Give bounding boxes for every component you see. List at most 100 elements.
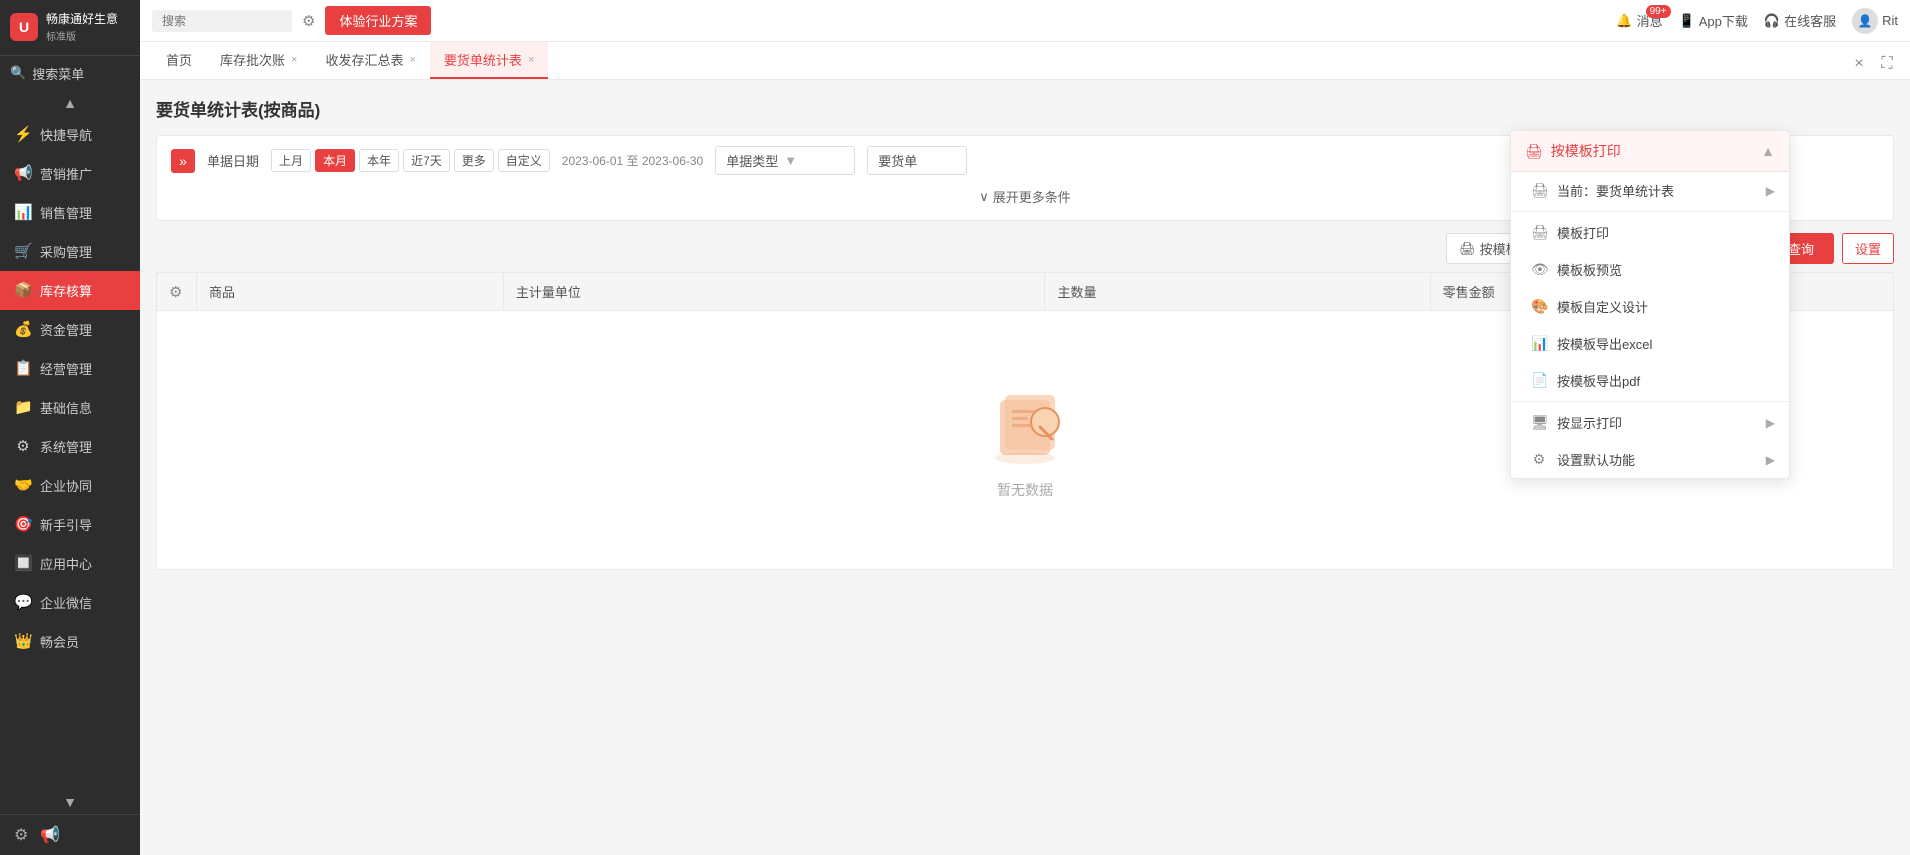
logo-icon: U [10, 13, 38, 41]
template-export-excel-item[interactable]: 📊 按模板导出excel [1511, 325, 1789, 362]
topbar-gear-icon[interactable]: ⚙ [302, 12, 315, 30]
online-service-item[interactable]: 🎧 在线客服 [1764, 11, 1836, 30]
sidebar-item-app-center[interactable]: 🔲 应用中心 [0, 544, 140, 583]
phone-icon: 📱 [1679, 13, 1695, 29]
col-quantity: 主数量 [1045, 273, 1430, 311]
date-btn-7days[interactable]: 近7天 [403, 149, 450, 172]
template-export-pdf-icon: 📄 [1531, 372, 1547, 389]
sidebar: U 畅康通好生意 标准版 🔍 搜索菜单 ▲ ⚡ 快捷导航 📢 营销推广 📊 销售… [0, 0, 140, 855]
speaker-icon[interactable]: 📢 [40, 825, 60, 845]
expand-more-icon: ∨ [979, 189, 989, 205]
date-presets: 上月 本月 本年 近7天 更多 自定义 [271, 149, 550, 172]
tab-close-all-button[interactable]: × [1848, 53, 1870, 75]
sidebar-footer: ⚙ 📢 [0, 814, 140, 855]
template-export-pdf-item[interactable]: 📄 按模板导出pdf [1511, 362, 1789, 399]
sidebar-item-member[interactable]: 👑 畅会员 [0, 622, 140, 661]
marketing-icon: 📢 [14, 164, 32, 182]
headset-icon: 🎧 [1764, 13, 1780, 29]
template-print-icon: 🖨 [1531, 224, 1547, 241]
template-print-item[interactable]: 🖨 模板打印 [1511, 214, 1789, 251]
sidebar-item-enterprise[interactable]: 🤝 企业协同 [0, 466, 140, 505]
sidebar-item-purchase[interactable]: 🛒 采购管理 [0, 232, 140, 271]
template-preview-item[interactable]: 👁 模板板预览 [1511, 251, 1789, 288]
template-preview-icon: 👁 [1531, 261, 1547, 278]
tab-collection-summary-close[interactable]: × [409, 54, 415, 66]
display-print-item[interactable]: 🖥 按显示打印 ▶ [1511, 404, 1789, 441]
notification-item[interactable]: 🔔 消息 99+ [1616, 11, 1662, 30]
tab-home[interactable]: 首页 [152, 42, 206, 79]
notification-icon: 🔔 [1616, 13, 1632, 29]
type-select-label: 单据类型 [726, 151, 778, 170]
date-btn-this-month[interactable]: 本月 [315, 149, 355, 172]
tabs-bar: 首页 库存批次账 × 收发存汇总表 × 要货单统计表 × × ⛶ [140, 42, 1910, 80]
sidebar-item-finance[interactable]: 💰 资金管理 [0, 310, 140, 349]
current-template-item[interactable]: 🖨 当前：要货单统计表 ▶ [1511, 172, 1789, 209]
member-icon: 👑 [14, 632, 32, 650]
date-btn-last-month[interactable]: 上月 [271, 149, 311, 172]
settings-button[interactable]: 设置 [1842, 233, 1894, 264]
settings-icon[interactable]: ⚙ [14, 825, 28, 845]
sidebar-item-business[interactable]: 📋 经营管理 [0, 349, 140, 388]
system-icon: ⚙ [14, 437, 32, 455]
tab-inventory-batch-close[interactable]: × [291, 54, 297, 66]
tabs-controls: × ⛶ [1848, 53, 1898, 79]
sidebar-item-sales[interactable]: 📊 销售管理 [0, 193, 140, 232]
trial-button[interactable]: 体验行业方案 [325, 6, 431, 35]
print-dropdown-title: 按模板打印 [1551, 141, 1621, 161]
sidebar-item-system[interactable]: ⚙ 系统管理 [0, 427, 140, 466]
divider-2 [1511, 401, 1789, 402]
type-select[interactable]: 单据类型 ▼ [715, 146, 855, 175]
sidebar-item-inventory[interactable]: 📦 库存核算 [0, 271, 140, 310]
date-btn-this-year[interactable]: 本年 [359, 149, 399, 172]
template-design-item[interactable]: 🎨 模板自定义设计 [1511, 288, 1789, 325]
sidebar-item-quick-nav[interactable]: ⚡ 快捷导航 [0, 115, 140, 154]
filter-expand-button[interactable]: » [171, 149, 195, 173]
sidebar-scroll-up[interactable]: ▲ [0, 91, 140, 115]
tab-order-stats-close[interactable]: × [528, 54, 534, 66]
inventory-icon: 📦 [14, 281, 32, 299]
default-func-icon: ⚙ [1531, 451, 1547, 468]
app-center-icon: 🔲 [14, 554, 32, 572]
main-content: ⚙ 体验行业方案 🔔 消息 99+ 📱 App下载 🎧 在线客服 👤 Rit [140, 0, 1910, 855]
col-product: 商品 [197, 273, 504, 311]
print-icon: 🖨 [1459, 241, 1476, 257]
tab-maximize-button[interactable]: ⛶ [1876, 53, 1898, 75]
finance-icon: 💰 [14, 320, 32, 338]
app-download-item[interactable]: 📱 App下载 [1679, 11, 1748, 30]
sidebar-search[interactable]: 🔍 搜索菜单 [0, 56, 140, 91]
logo-text: 畅康通好生意 标准版 [46, 12, 118, 43]
print-dropdown-header: 🖨 按模板打印 ▲ [1511, 131, 1789, 172]
sidebar-item-guide[interactable]: 🎯 新手引导 [0, 505, 140, 544]
display-print-icon: 🖥 [1531, 414, 1547, 431]
sidebar-item-basic[interactable]: 📁 基础信息 [0, 388, 140, 427]
sidebar-scroll-down[interactable]: ▼ [0, 790, 140, 814]
tab-collection-summary[interactable]: 收发存汇总表 × [311, 42, 429, 79]
print-dropdown-close[interactable]: ▲ [1761, 143, 1775, 159]
sidebar-item-marketing[interactable]: 📢 营销推广 [0, 154, 140, 193]
date-label: 单据日期 [207, 151, 259, 170]
basic-icon: 📁 [14, 398, 32, 416]
topbar-search-input[interactable] [152, 10, 292, 32]
expand-more-button[interactable]: ∨ 展开更多条件 [967, 183, 1083, 210]
default-func-arrow: ▶ [1766, 453, 1775, 467]
print-dropdown: 🖨 按模板打印 ▲ 🖨 当前：要货单统计表 ▶ 🖨 模板打印 👁 模板板预览 [1510, 130, 1790, 479]
user-avatar-item[interactable]: 👤 Rit [1852, 8, 1898, 34]
date-range-text: 2023-06-01 至 2023-06-30 [562, 152, 703, 169]
current-template-icon: 🖨 [1531, 182, 1547, 199]
default-func-item[interactable]: ⚙ 设置默认功能 ▶ [1511, 441, 1789, 478]
wechat-icon: 💬 [14, 593, 32, 611]
page-content: 要货单统计表(按商品) » 单据日期 上月 本月 本年 近7天 更多 自定义 2… [140, 80, 1910, 855]
print-dropdown-icon: 🖨 [1525, 143, 1543, 160]
quick-nav-icon: ⚡ [14, 125, 32, 143]
date-btn-more[interactable]: 更多 [454, 149, 494, 172]
template-export-excel-icon: 📊 [1531, 335, 1547, 352]
search-icon: 🔍 [10, 65, 26, 81]
table-settings-icon[interactable]: ⚙ [169, 284, 182, 301]
sidebar-item-wechat[interactable]: 💬 企业微信 [0, 583, 140, 622]
enterprise-icon: 🤝 [14, 476, 32, 494]
current-template-arrow: ▶ [1766, 184, 1775, 198]
tab-order-stats[interactable]: 要货单统计表 × [430, 42, 548, 79]
type-select-arrow: ▼ [784, 153, 797, 168]
date-btn-custom[interactable]: 自定义 [498, 149, 550, 172]
tab-inventory-batch[interactable]: 库存批次账 × [206, 42, 311, 79]
